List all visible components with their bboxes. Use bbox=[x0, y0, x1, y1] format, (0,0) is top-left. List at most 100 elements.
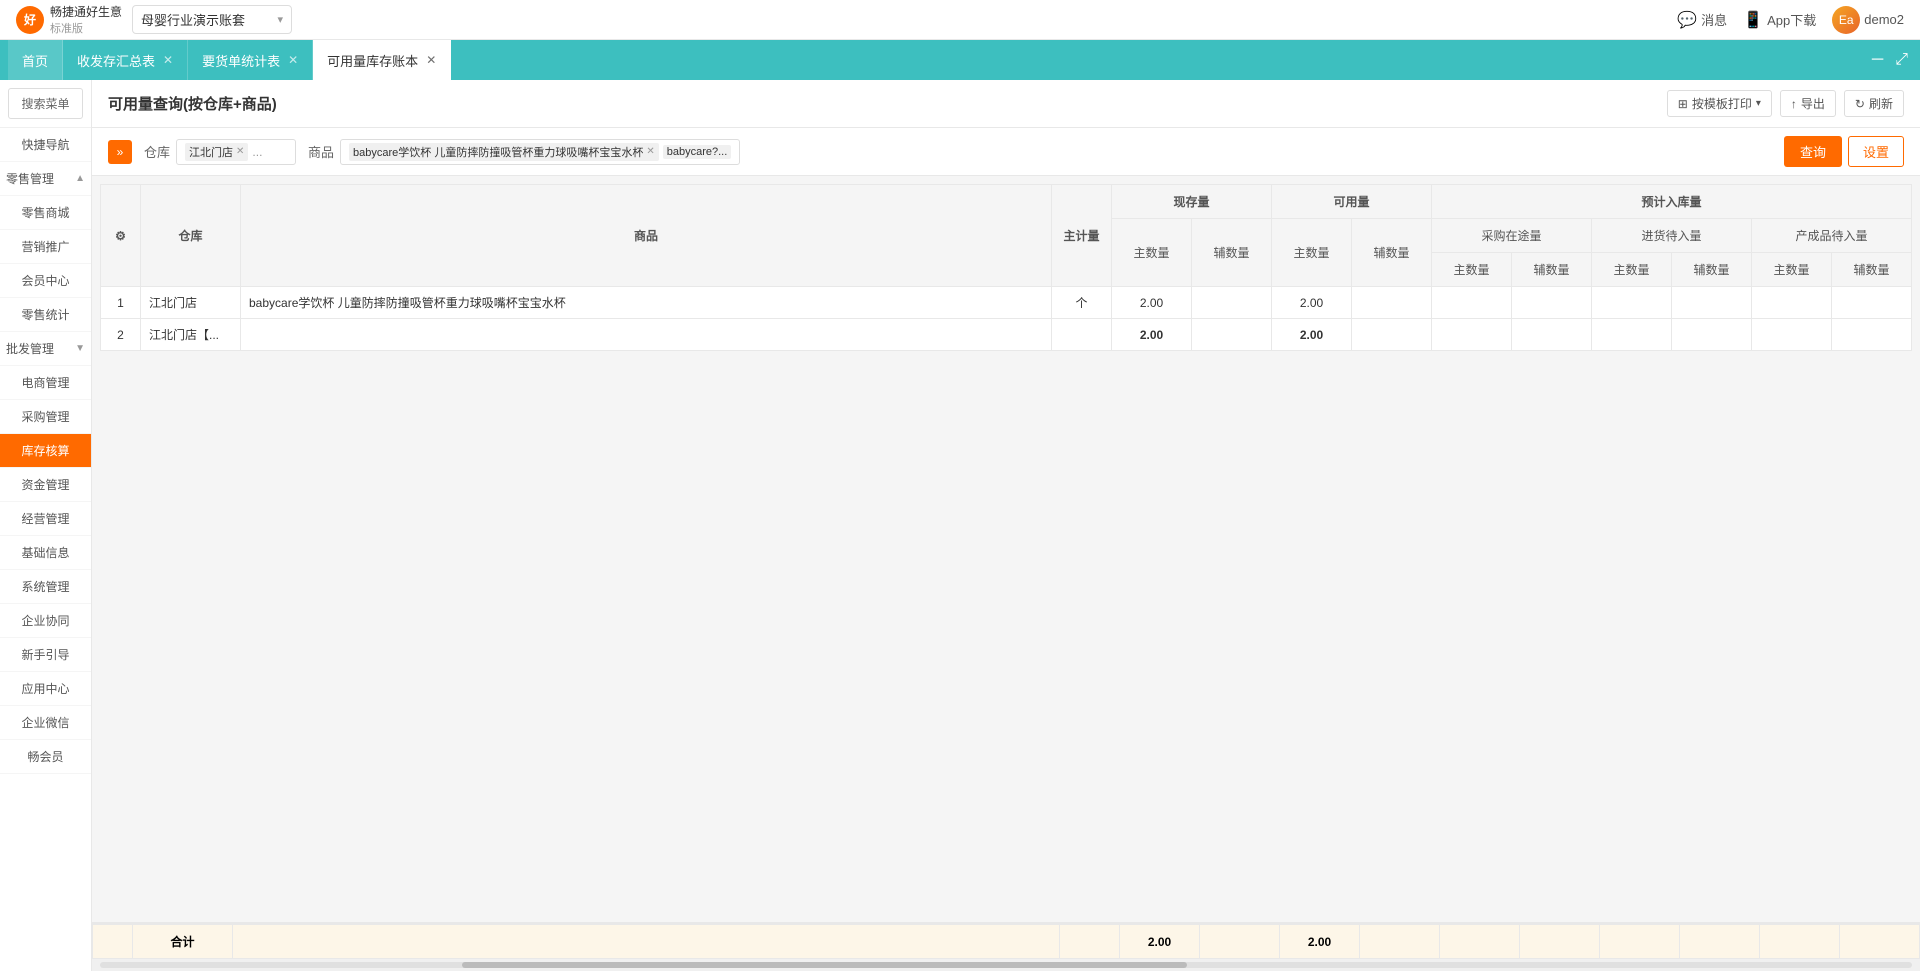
horizontal-scrollbar[interactable] bbox=[92, 959, 1920, 971]
sidebar-item-inventory-mgmt[interactable]: 库存核算 bbox=[0, 434, 91, 468]
th-expected-inbound: 预计入库量 bbox=[1432, 185, 1912, 219]
search-menu-btn[interactable]: 搜索菜单 bbox=[8, 88, 83, 119]
sidebar-quick-nav-label: 快捷导航 bbox=[21, 138, 69, 152]
product-filter-group: 商品 babycare学饮杯 儿童防摔防撞吸管杯重力球吸嘴杯宝宝水杯 babyc… bbox=[308, 139, 740, 165]
filter-actions: 查询 设置 bbox=[1784, 136, 1904, 167]
tab-order[interactable]: 要货单统计表 bbox=[188, 40, 313, 80]
product-tag-1-remove[interactable] bbox=[646, 146, 654, 157]
sidebar-item-system-mgmt[interactable]: 系统管理 bbox=[0, 570, 91, 604]
row-2-avail-main: 2.00 bbox=[1272, 319, 1352, 351]
row-1-current-main: 2.00 bbox=[1112, 287, 1192, 319]
sidebar-item-enterprise-collab[interactable]: 企业协同 bbox=[0, 604, 91, 638]
product-filter-input[interactable]: babycare学饮杯 儿童防摔防撞吸管杯重力球吸嘴杯宝宝水杯 babycare… bbox=[340, 139, 740, 165]
sidebar-item-app-center[interactable]: 应用中心 bbox=[0, 672, 91, 706]
sidebar-finance-mgmt-label: 资金管理 bbox=[21, 478, 69, 492]
warehouse-filter-input[interactable]: 江北门店 ... bbox=[176, 139, 296, 165]
tenant-name: 母婴行业演示账套 bbox=[141, 10, 245, 29]
th-avail-aux: 辅数量 bbox=[1352, 219, 1432, 287]
warehouse-more[interactable]: ... bbox=[252, 145, 262, 159]
warehouse-tag: 江北门店 bbox=[185, 143, 248, 161]
footer-table: 合计 2.00 2.00 bbox=[92, 924, 1920, 959]
th-current-aux: 辅数量 bbox=[1192, 219, 1272, 287]
export-label: 导出 bbox=[1801, 95, 1825, 112]
footer-total-ip-main bbox=[1600, 925, 1680, 959]
filter-toggle-btn[interactable]: » bbox=[108, 140, 132, 164]
tab-receipt[interactable]: 收发存汇总表 bbox=[63, 40, 188, 80]
refresh-icon: ↻ bbox=[1855, 97, 1865, 111]
tab-home[interactable]: 首页 bbox=[8, 40, 63, 80]
footer-product-empty bbox=[233, 925, 1060, 959]
row-2-pp-aux bbox=[1832, 319, 1912, 351]
sidebar-item-retail-stats[interactable]: 零售统计 bbox=[0, 298, 91, 332]
th-pt-main: 主数量 bbox=[1432, 253, 1512, 287]
footer-total-avail-aux bbox=[1360, 925, 1440, 959]
th-gear: ⚙ bbox=[101, 185, 141, 287]
th-pp-main: 主数量 bbox=[1752, 253, 1832, 287]
sidebar-item-operation-mgmt[interactable]: 经营管理 bbox=[0, 502, 91, 536]
sidebar-item-purchase-mgmt[interactable]: 采购管理 bbox=[0, 400, 91, 434]
settings-btn[interactable]: 设置 bbox=[1848, 136, 1904, 167]
user-name: demo2 bbox=[1864, 12, 1904, 27]
message-btn[interactable]: 💬 消息 bbox=[1677, 10, 1727, 30]
top-bar-left: 好 畅捷通好生意 标准版 母婴行业演示账套 bbox=[16, 3, 292, 36]
sidebar-item-enterprise-wechat[interactable]: 企业微信 bbox=[0, 706, 91, 740]
sidebar-item-finance-mgmt[interactable]: 资金管理 bbox=[0, 468, 91, 502]
sidebar-item-basic-info[interactable]: 基础信息 bbox=[0, 536, 91, 570]
refresh-btn[interactable]: ↻ 刷新 bbox=[1844, 90, 1904, 117]
print-template-btn[interactable]: ⊞ 按模板打印 ▾ bbox=[1667, 90, 1772, 117]
scroll-thumb[interactable] bbox=[462, 962, 1187, 968]
th-current-stock: 现存量 bbox=[1112, 185, 1272, 219]
tab-inventory-close[interactable] bbox=[426, 53, 436, 67]
th-products-pending: 产成品待入量 bbox=[1752, 219, 1912, 253]
export-icon: ↑ bbox=[1791, 97, 1797, 111]
export-btn[interactable]: ↑ 导出 bbox=[1780, 90, 1836, 117]
minimize-icon[interactable]: ─ bbox=[1868, 51, 1887, 69]
sidebar-item-retail-mgmt[interactable]: 零售管理 ▲ bbox=[0, 162, 91, 196]
sidebar-item-quick-nav[interactable]: 快捷导航 bbox=[0, 128, 91, 162]
product-tag-1-value: babycare学饮杯 儿童防摔防撞吸管杯重力球吸嘴杯宝宝水杯 bbox=[353, 144, 643, 160]
row-2-current-aux bbox=[1192, 319, 1272, 351]
tab-receipt-close[interactable] bbox=[163, 53, 173, 67]
footer-total-avail-main: 2.00 bbox=[1280, 925, 1360, 959]
product-filter-label: 商品 bbox=[308, 142, 334, 161]
chevron-down-icon: ▼ bbox=[75, 343, 85, 354]
footer-empty-1 bbox=[93, 925, 133, 959]
sidebar-item-new-guide[interactable]: 新手引导 bbox=[0, 638, 91, 672]
sidebar-item-ecommerce[interactable]: 电商管理 bbox=[0, 366, 91, 400]
sidebar-item-marketing[interactable]: 营销推广 bbox=[0, 230, 91, 264]
row-2-unit bbox=[1052, 319, 1112, 351]
gear-icon[interactable]: ⚙ bbox=[115, 229, 126, 243]
row-1-pt-main bbox=[1432, 287, 1512, 319]
sidebar-item-retail-mall[interactable]: 零售商城 bbox=[0, 196, 91, 230]
tab-order-label: 要货单统计表 bbox=[202, 51, 280, 70]
row-1-pp-main bbox=[1752, 287, 1832, 319]
filter-area: » 仓库 江北门店 ... 商品 babycare学饮杯 儿童防摔防撞吸管杯重力… bbox=[92, 128, 1920, 176]
th-ip-main: 主数量 bbox=[1592, 253, 1672, 287]
chevron-down-icon bbox=[277, 13, 283, 26]
logo-text: 畅捷通好生意 bbox=[50, 3, 122, 20]
user-initials: Ea bbox=[1839, 13, 1854, 27]
nav-tabs: 首页 收发存汇总表 要货单统计表 可用量库存账本 ─ ⤢ bbox=[0, 40, 1920, 80]
user-menu[interactable]: Ea demo2 bbox=[1832, 6, 1904, 34]
tab-order-close[interactable] bbox=[288, 53, 298, 67]
sidebar-item-member-center[interactable]: 会员中心 bbox=[0, 264, 91, 298]
th-inbound-pending: 进货待入量 bbox=[1592, 219, 1752, 253]
tenant-selector[interactable]: 母婴行业演示账套 bbox=[132, 5, 292, 34]
sidebar-enterprise-collab-label: 企业协同 bbox=[21, 614, 69, 628]
content-area: 可用量查询(按仓库+商品) ⊞ 按模板打印 ▾ ↑ 导出 ↻ 刷新 bbox=[92, 80, 1920, 971]
sidebar-purchase-mgmt-label: 采购管理 bbox=[21, 410, 69, 424]
table-footer: 合计 2.00 2.00 bbox=[92, 922, 1920, 971]
sidebar-item-wholesale-mgmt[interactable]: 批发管理 ▼ bbox=[0, 332, 91, 366]
query-btn[interactable]: 查询 bbox=[1784, 136, 1842, 167]
sidebar-item-member-plus[interactable]: 畅会员 bbox=[0, 740, 91, 774]
table-row: 2 江北门店【... 2.00 2.00 bbox=[101, 319, 1912, 351]
sidebar-ecommerce-label: 电商管理 bbox=[21, 376, 69, 390]
row-1-avail-aux bbox=[1352, 287, 1432, 319]
row-2-pt-main bbox=[1432, 319, 1512, 351]
sidebar: 搜索菜单 快捷导航 零售管理 ▲ 零售商城 营销推广 会员中心 零售统计 批发管… bbox=[0, 80, 92, 971]
tab-inventory[interactable]: 可用量库存账本 bbox=[313, 40, 451, 80]
warehouse-tag-remove[interactable] bbox=[236, 146, 244, 157]
app-download-btn[interactable]: 📱 App下载 bbox=[1743, 10, 1816, 30]
maximize-icon[interactable]: ⤢ bbox=[1891, 51, 1912, 69]
th-purchase-transit: 采购在途量 bbox=[1432, 219, 1592, 253]
